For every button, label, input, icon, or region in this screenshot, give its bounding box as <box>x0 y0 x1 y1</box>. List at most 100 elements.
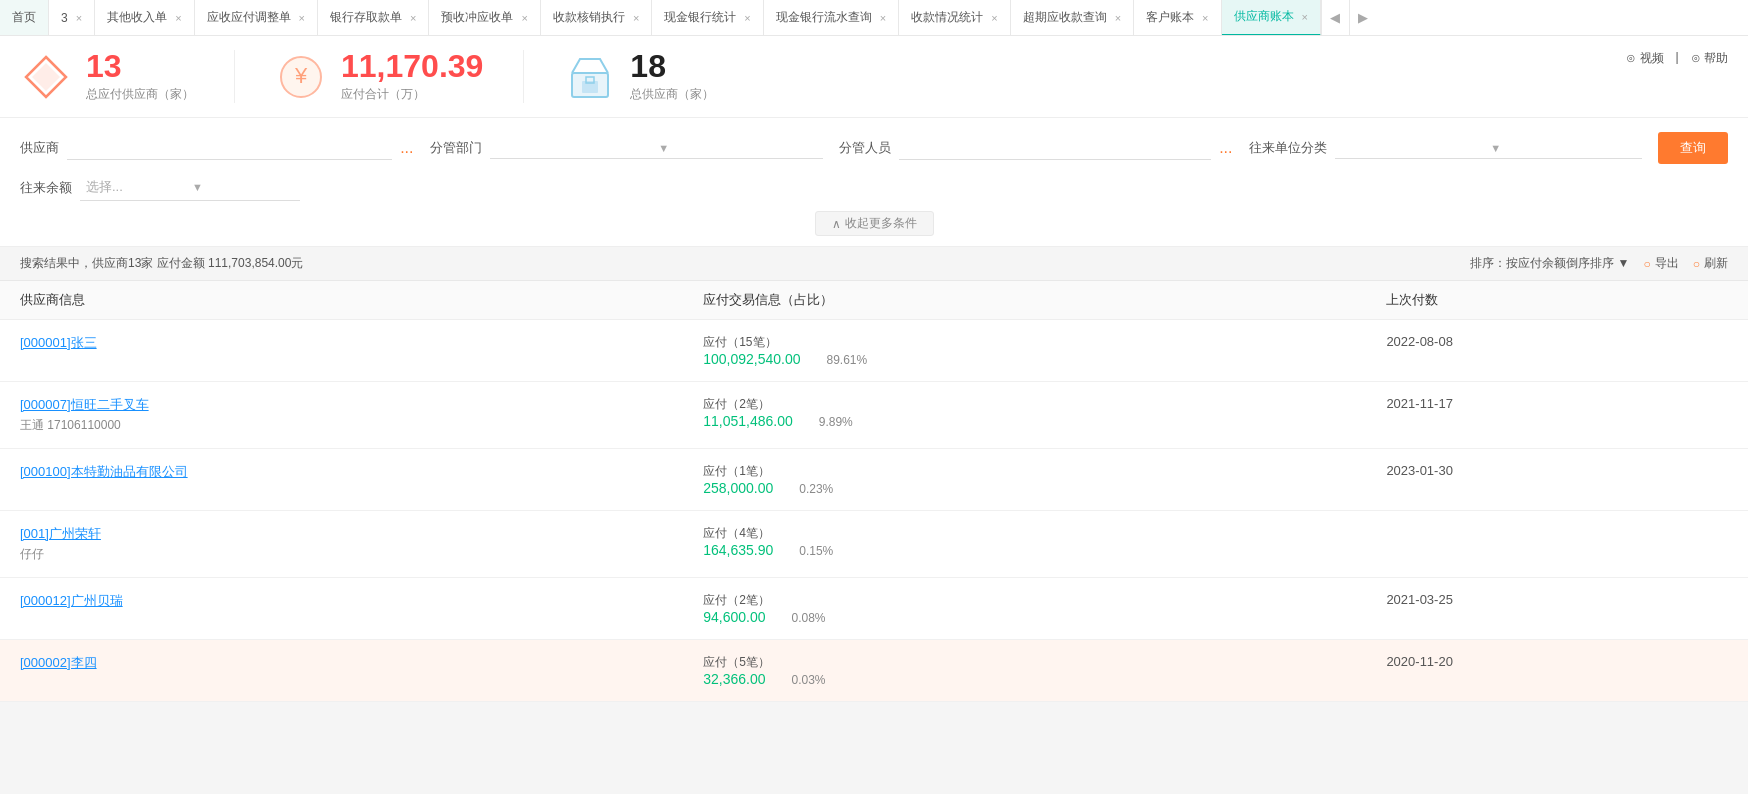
nav-tab-recv-stat[interactable]: 收款情况统计× <box>899 0 1010 36</box>
close-tab-icon[interactable]: × <box>1115 12 1121 24</box>
nav-tab-home[interactable]: 首页 <box>0 0 49 36</box>
refresh-button[interactable]: ○ 刷新 <box>1693 255 1728 272</box>
nav-next-arrow[interactable]: ▶ <box>1349 0 1377 36</box>
tx-amount[interactable]: 100,092,540.00 <box>703 351 800 367</box>
tx-info-cell: 应付（4笔）164,635.900.15% <box>703 525 1386 558</box>
filter-balance: 往来余额 选择... ▼ <box>20 174 300 201</box>
category-chevron-icon: ▼ <box>1490 142 1636 154</box>
sort-button[interactable]: 排序：按应付余额倒序排序 ▼ <box>1470 255 1629 272</box>
stat-info-amount: 11,170.39 应付合计（万） <box>341 50 483 103</box>
supplier-name-link[interactable]: [000007]恒旺二手叉车 <box>20 397 149 412</box>
stat-number-payable: 13 <box>86 50 194 82</box>
filter-dept: 分管部门 ▼ <box>430 138 824 159</box>
supplier-dots-icon[interactable]: ... <box>400 139 413 157</box>
help-icon: ⊙ <box>1691 51 1701 65</box>
tx-info-cell: 应付（1笔）258,000.000.23% <box>703 463 1386 496</box>
nav-tab-label: 银行存取款单 <box>330 9 402 26</box>
stat-number-amount: 11,170.39 <box>341 50 483 82</box>
person-dots-icon[interactable]: ... <box>1219 139 1232 157</box>
search-button[interactable]: 查询 <box>1658 132 1728 164</box>
stat-label-payable: 总应付供应商（家） <box>86 86 194 103</box>
balance-chevron-icon: ▼ <box>192 181 294 193</box>
nav-tab-verify[interactable]: 收款核销执行 × <box>541 0 652 36</box>
close-tab-icon[interactable]: × <box>633 12 639 24</box>
dept-filter-label: 分管部门 <box>430 139 482 157</box>
nav-tab-supplier-book[interactable]: 供应商账本× <box>1222 0 1321 36</box>
help-link[interactable]: ⊙ 帮助 <box>1691 50 1728 67</box>
tx-percent: 0.15% <box>799 544 833 558</box>
tx-amount[interactable]: 94,600.00 <box>703 609 765 625</box>
supplier-name-link[interactable]: [000001]张三 <box>20 335 97 350</box>
close-tab-icon[interactable]: × <box>744 12 750 24</box>
supplier-name-link[interactable]: [000100]本特勤油品有限公司 <box>20 464 188 479</box>
tx-percent: 0.03% <box>791 673 825 687</box>
close-tab-icon[interactable]: × <box>76 12 82 24</box>
person-input[interactable] <box>899 136 1211 160</box>
close-tab-icon[interactable]: × <box>299 12 305 24</box>
nav-tab-customer-book[interactable]: 客户账本 × <box>1134 0 1221 36</box>
top-navigation: 首页3×其他收入单×应收应付调整单×银行存取款单×预收冲应收单×收款核销执行×现… <box>0 0 1748 36</box>
filter-supplier: 供应商 ... <box>20 136 414 160</box>
stat-label-amount: 应付合计（万） <box>341 86 483 103</box>
supplier-contact: 仔仔 <box>20 546 703 563</box>
filter-person: 分管人员 ... <box>839 136 1233 160</box>
nav-tab-cash-stat[interactable]: 现金银行统计× <box>652 0 763 36</box>
table-row: [000100]本特勤油品有限公司应付（1笔）258,000.000.23%20… <box>0 449 1748 511</box>
supplier-name-link[interactable]: [000012]广州贝瑞 <box>20 593 123 608</box>
tx-amount[interactable]: 32,366.00 <box>703 671 765 687</box>
last-pay-cell: 2020-11-20 <box>1386 654 1728 669</box>
nav-tab-label: 现金银行流水查询 <box>776 9 872 26</box>
header-actions: ⊙ 视频 | ⊙ 帮助 <box>1626 50 1728 67</box>
tx-amount[interactable]: 11,051,486.00 <box>703 413 793 429</box>
nav-tab-other-income[interactable]: 其他收入单× <box>95 0 194 36</box>
balance-select[interactable]: 选择... ▼ <box>80 174 300 201</box>
video-icon: ⊙ <box>1626 51 1636 65</box>
supplier-name-link[interactable]: [001]广州荣轩 <box>20 526 101 541</box>
table-row: [000007]恒旺二手叉车王通 17106110000应付（2笔）11,051… <box>0 382 1748 449</box>
category-select[interactable]: ▼ <box>1335 138 1643 159</box>
sort-chevron-icon: ▼ <box>1618 256 1630 270</box>
person-filter-label: 分管人员 <box>839 139 891 157</box>
nav-tab-adjust[interactable]: 应收应付调整单× <box>195 0 318 36</box>
last-pay-cell: 2021-11-17 <box>1386 396 1728 411</box>
close-tab-icon[interactable]: × <box>410 12 416 24</box>
nav-prev-arrow[interactable]: ◀ <box>1321 0 1349 36</box>
collapse-bar: ∧ 收起更多条件 <box>20 211 1728 236</box>
tx-amount[interactable]: 164,635.90 <box>703 542 773 558</box>
close-tab-icon[interactable]: × <box>880 12 886 24</box>
supplier-input[interactable] <box>67 136 392 160</box>
close-tab-icon[interactable]: × <box>521 12 527 24</box>
collapse-button[interactable]: ∧ 收起更多条件 <box>815 211 934 236</box>
tx-percent: 0.23% <box>799 482 833 496</box>
nav-tab-flow[interactable]: 现金银行流水查询 × <box>764 0 899 36</box>
close-tab-icon[interactable]: × <box>1202 12 1208 24</box>
nav-tab-tab3[interactable]: 3× <box>49 0 95 36</box>
tx-info-cell: 应付（15笔）100,092,540.0089.61% <box>703 334 1386 367</box>
nav-tab-label: 收款核销执行 <box>553 9 625 26</box>
video-link[interactable]: ⊙ 视频 <box>1626 50 1663 67</box>
table-row: [000002]李四应付（5笔）32,366.000.03%2020-11-20 <box>0 640 1748 702</box>
close-tab-icon[interactable]: × <box>991 12 997 24</box>
close-tab-icon[interactable]: × <box>175 12 181 24</box>
filter-category: 往来单位分类 ▼ <box>1249 138 1643 159</box>
close-tab-icon[interactable]: × <box>1302 11 1308 23</box>
stat-label-total: 总供应商（家） <box>630 86 714 103</box>
nav-tab-label: 超期应收款查询 <box>1023 9 1107 26</box>
supplier-info-cell: [000001]张三 <box>20 334 703 352</box>
nav-tab-pre-recv[interactable]: 预收冲应收单× <box>429 0 540 36</box>
dept-select[interactable]: ▼ <box>490 138 824 159</box>
category-filter-label: 往来单位分类 <box>1249 139 1327 157</box>
tx-label: 应付（2笔） <box>703 592 1386 609</box>
table-row: [001]广州荣轩仔仔应付（4笔）164,635.900.15% <box>0 511 1748 578</box>
tx-amount[interactable]: 258,000.00 <box>703 480 773 496</box>
table-row: [000012]广州贝瑞应付（2笔）94,600.000.08%2021-03-… <box>0 578 1748 640</box>
supplier-name-link[interactable]: [000002]李四 <box>20 655 97 670</box>
nav-tab-bank[interactable]: 银行存取款单 × <box>318 0 429 36</box>
tx-percent: 89.61% <box>827 353 868 367</box>
nav-tab-label: 客户账本 <box>1146 9 1194 26</box>
filter-row-1: 供应商 ... 分管部门 ▼ 分管人员 ... 往来单位分类 ▼ 查询 <box>20 132 1728 164</box>
filter-row-2: 往来余额 选择... ▼ <box>20 174 1728 201</box>
nav-tab-overdue[interactable]: 超期应收款查询 × <box>1011 0 1134 36</box>
export-button[interactable]: ○ 导出 <box>1644 255 1679 272</box>
stat-block-suppliers-payable: 13 总应付供应商（家） <box>20 50 235 103</box>
